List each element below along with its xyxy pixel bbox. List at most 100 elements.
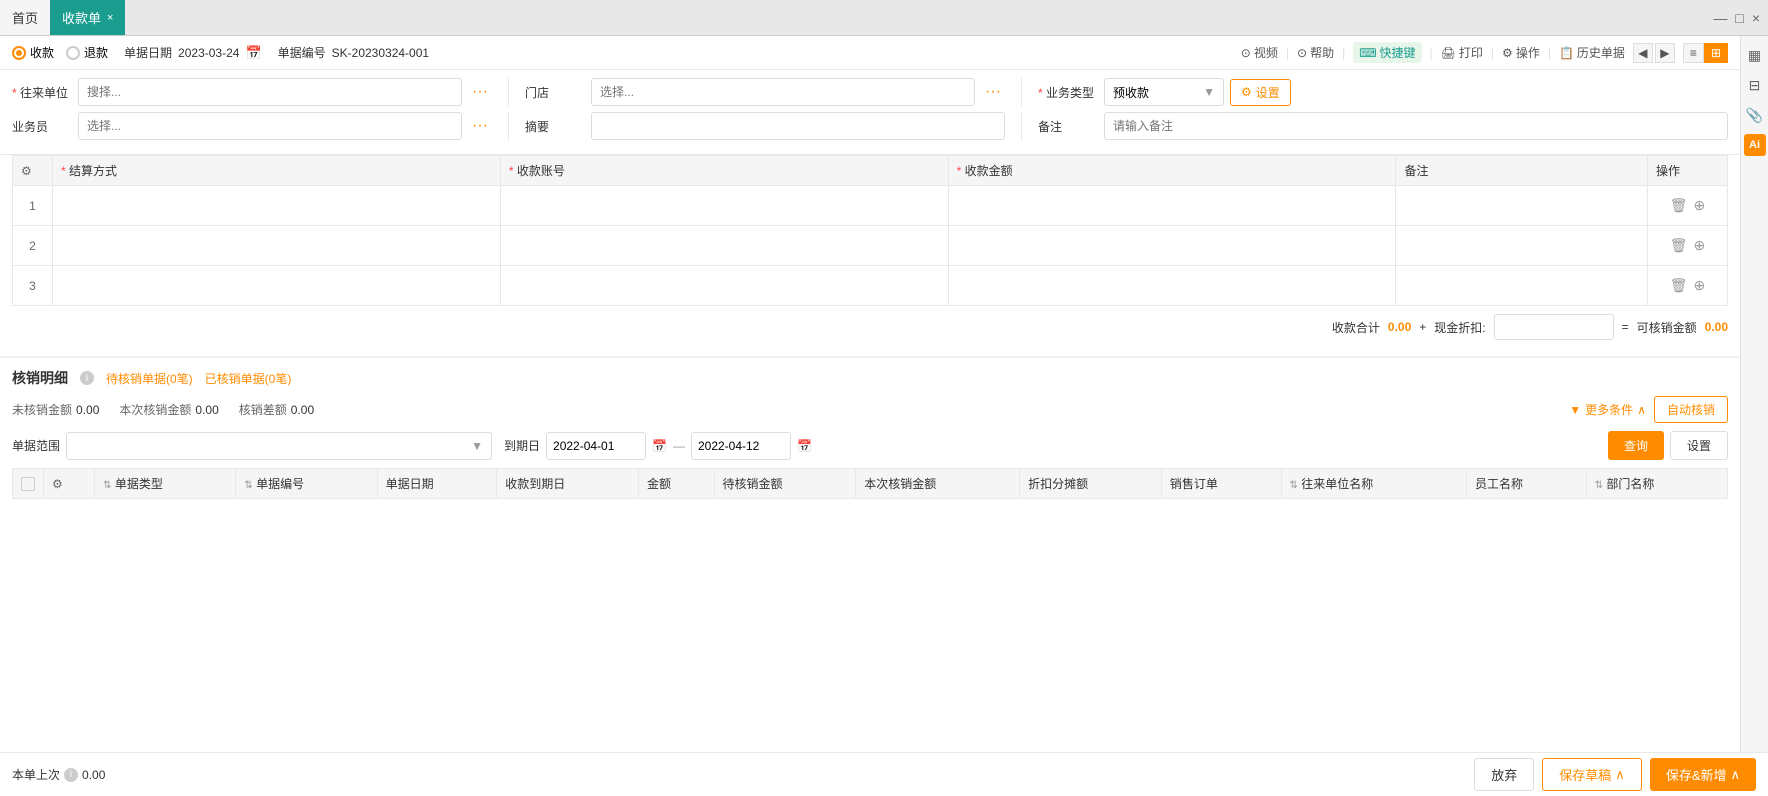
form-row-1: * 往来单位 ··· 门店 ··· * 业务类型 预收款 ▼: [12, 78, 1728, 106]
amount-cell-2[interactable]: [948, 226, 1396, 266]
nav-prev[interactable]: ◀: [1633, 43, 1653, 63]
nav-next[interactable]: ▶: [1655, 43, 1675, 63]
tab-receipt-close[interactable]: ×: [107, 12, 113, 24]
view-grid-btn[interactable]: ⊞: [1704, 43, 1728, 63]
copy-row-1-btn[interactable]: ⊕: [1694, 197, 1706, 214]
filter-range-field: 单据范围 ▼: [12, 432, 492, 460]
delete-row-3-btn[interactable]: 🗑: [1670, 277, 1688, 294]
table-row: 3 🗑 ⊕: [13, 266, 1728, 306]
help-btn[interactable]: ⊙ 帮助: [1297, 44, 1334, 61]
close-btn[interactable]: ×: [1752, 10, 1760, 26]
summary-input[interactable]: [591, 112, 1005, 140]
delete-row-2-btn[interactable]: 🗑: [1670, 237, 1688, 254]
counterparty-label: * 往来单位: [12, 84, 72, 101]
from-date-input[interactable]: [546, 432, 646, 460]
video-icon: ⊙: [1241, 46, 1251, 60]
counterparty-input[interactable]: [78, 78, 462, 106]
date-value: 2023-03-24: [178, 46, 239, 60]
toolbar-right: ⊙ 视频 | ⊙ 帮助 | ⌨ 快捷键 | 🖨 打印 | ⚙ 操作: [1241, 42, 1728, 63]
settlement-cell-2[interactable]: [53, 226, 501, 266]
business-type-select[interactable]: 预收款 ▼: [1104, 78, 1224, 106]
save-new-btn[interactable]: 保存&新增 ∧: [1650, 758, 1756, 791]
right-panel-table-btn[interactable]: ▦: [1744, 44, 1766, 66]
tab-receipt[interactable]: 收款单 ×: [50, 0, 125, 35]
history-label: 历史单据: [1577, 44, 1625, 61]
table-gear-icon[interactable]: ⚙: [21, 164, 32, 178]
salesman-dots-btn[interactable]: ···: [468, 117, 492, 135]
remark-input[interactable]: [1104, 112, 1728, 140]
unwriteoff-label: 未核销金额: [12, 401, 72, 418]
filter-icon: ▼: [1569, 403, 1581, 417]
th-actions: 操作: [1648, 156, 1728, 186]
counterparty-dots-btn[interactable]: ···: [468, 83, 492, 101]
copy-row-2-btn[interactable]: ⊕: [1694, 237, 1706, 254]
current-value: 0.00: [195, 403, 218, 417]
tab-home[interactable]: 首页: [0, 0, 50, 35]
calendar-icon[interactable]: 📅: [245, 45, 261, 61]
settlement-cell-1[interactable]: [53, 186, 501, 226]
delete-row-1-btn[interactable]: 🗑: [1670, 197, 1688, 214]
remark-cell-1[interactable]: [1396, 186, 1648, 226]
max-btn[interactable]: □: [1735, 10, 1743, 26]
discount-label: 现金折扣:: [1434, 319, 1485, 336]
amount-cell-3[interactable]: [948, 266, 1396, 306]
to-date-calendar-icon[interactable]: 📅: [797, 439, 812, 453]
video-btn[interactable]: ⊙ 视频: [1241, 44, 1278, 61]
date-range-separator: —: [673, 439, 685, 453]
min-btn[interactable]: —: [1713, 10, 1727, 26]
remark-cell-3[interactable]: [1396, 266, 1648, 306]
abandon-btn[interactable]: 放弃: [1474, 758, 1534, 791]
print-label: 打印: [1459, 44, 1483, 61]
to-date-input[interactable]: [691, 432, 791, 460]
filter-range-select[interactable]: ▼: [66, 432, 492, 460]
chevron-up-icon: ∧: [1637, 403, 1646, 417]
actions-cell-2: 🗑 ⊕: [1648, 226, 1728, 266]
footer: 本单上次 i 0.00 放弃 保存草稿 ∧ 保存&新增 ∧: [0, 752, 1768, 796]
bottom-table-gear-icon[interactable]: ⚙: [52, 477, 63, 491]
remark-cell-2[interactable]: [1396, 226, 1648, 266]
config-btn[interactable]: 设置: [1670, 431, 1728, 460]
number-field: 单据编号 SK-20230324-001: [278, 44, 429, 61]
right-panel-ai-btn[interactable]: Ai: [1744, 134, 1766, 156]
history-btn[interactable]: 📋 历史单据: [1559, 44, 1625, 61]
shortcut-btn[interactable]: ⌨ 快捷键: [1353, 42, 1421, 63]
more-conditions-btn[interactable]: ▼ 更多条件 ∧: [1569, 401, 1646, 418]
query-btn[interactable]: 查询: [1608, 431, 1664, 460]
footer-buttons: 放弃 保存草稿 ∧ 保存&新增 ∧: [1474, 758, 1756, 791]
right-panel-list-btn[interactable]: ⊟: [1744, 74, 1766, 96]
pending-tab-link[interactable]: 待核销单据(0笔): [106, 370, 193, 387]
footer-info-icon[interactable]: i: [64, 768, 78, 782]
diff-stat: 核销差额 0.00: [239, 401, 314, 418]
operation-btn[interactable]: ⚙ 操作: [1502, 44, 1540, 61]
toolbar: 收款 退款 单据日期 2023-03-24 📅 单据编号 SK-20230324…: [0, 36, 1740, 70]
auto-writeoff-btn[interactable]: 自动核销: [1654, 396, 1728, 423]
gear-icon: ⚙: [1241, 85, 1252, 99]
copy-row-3-btn[interactable]: ⊕: [1694, 277, 1706, 294]
current-stat: 本次核销金额 0.00: [119, 401, 218, 418]
discount-input[interactable]: [1494, 314, 1614, 340]
view-list-btn[interactable]: ≡: [1683, 43, 1704, 63]
settings-button[interactable]: ⚙ 设置: [1230, 79, 1291, 106]
account-cell-3[interactable]: [500, 266, 948, 306]
more-conditions-label: 更多条件: [1585, 401, 1633, 418]
radio-refund[interactable]: 退款: [66, 44, 108, 61]
settlement-cell-3[interactable]: [53, 266, 501, 306]
plus-sign: +: [1419, 320, 1426, 334]
account-cell-2[interactable]: [500, 226, 948, 266]
amount-cell-1[interactable]: [948, 186, 1396, 226]
salesman-input[interactable]: [78, 112, 462, 140]
shop-dots-btn[interactable]: ···: [981, 83, 1005, 101]
account-cell-1[interactable]: [500, 186, 948, 226]
right-panel-clip-btn[interactable]: 📎: [1744, 104, 1766, 126]
from-date-calendar-icon[interactable]: 📅: [652, 439, 667, 453]
select-all-checkbox[interactable]: [21, 477, 35, 491]
save-draft-btn[interactable]: 保存草稿 ∧: [1542, 758, 1642, 791]
completed-tab-link[interactable]: 已核销单据(0笔): [205, 370, 292, 387]
print-btn[interactable]: 🖨 打印: [1441, 44, 1483, 61]
required-mark-counterparty: *: [12, 86, 17, 100]
shop-input[interactable]: [591, 78, 975, 106]
writeoff-info-icon[interactable]: i: [80, 371, 94, 385]
radio-receipt[interactable]: 收款: [12, 44, 54, 61]
divider-3: [508, 112, 509, 140]
row-num-1: 1: [13, 186, 53, 226]
